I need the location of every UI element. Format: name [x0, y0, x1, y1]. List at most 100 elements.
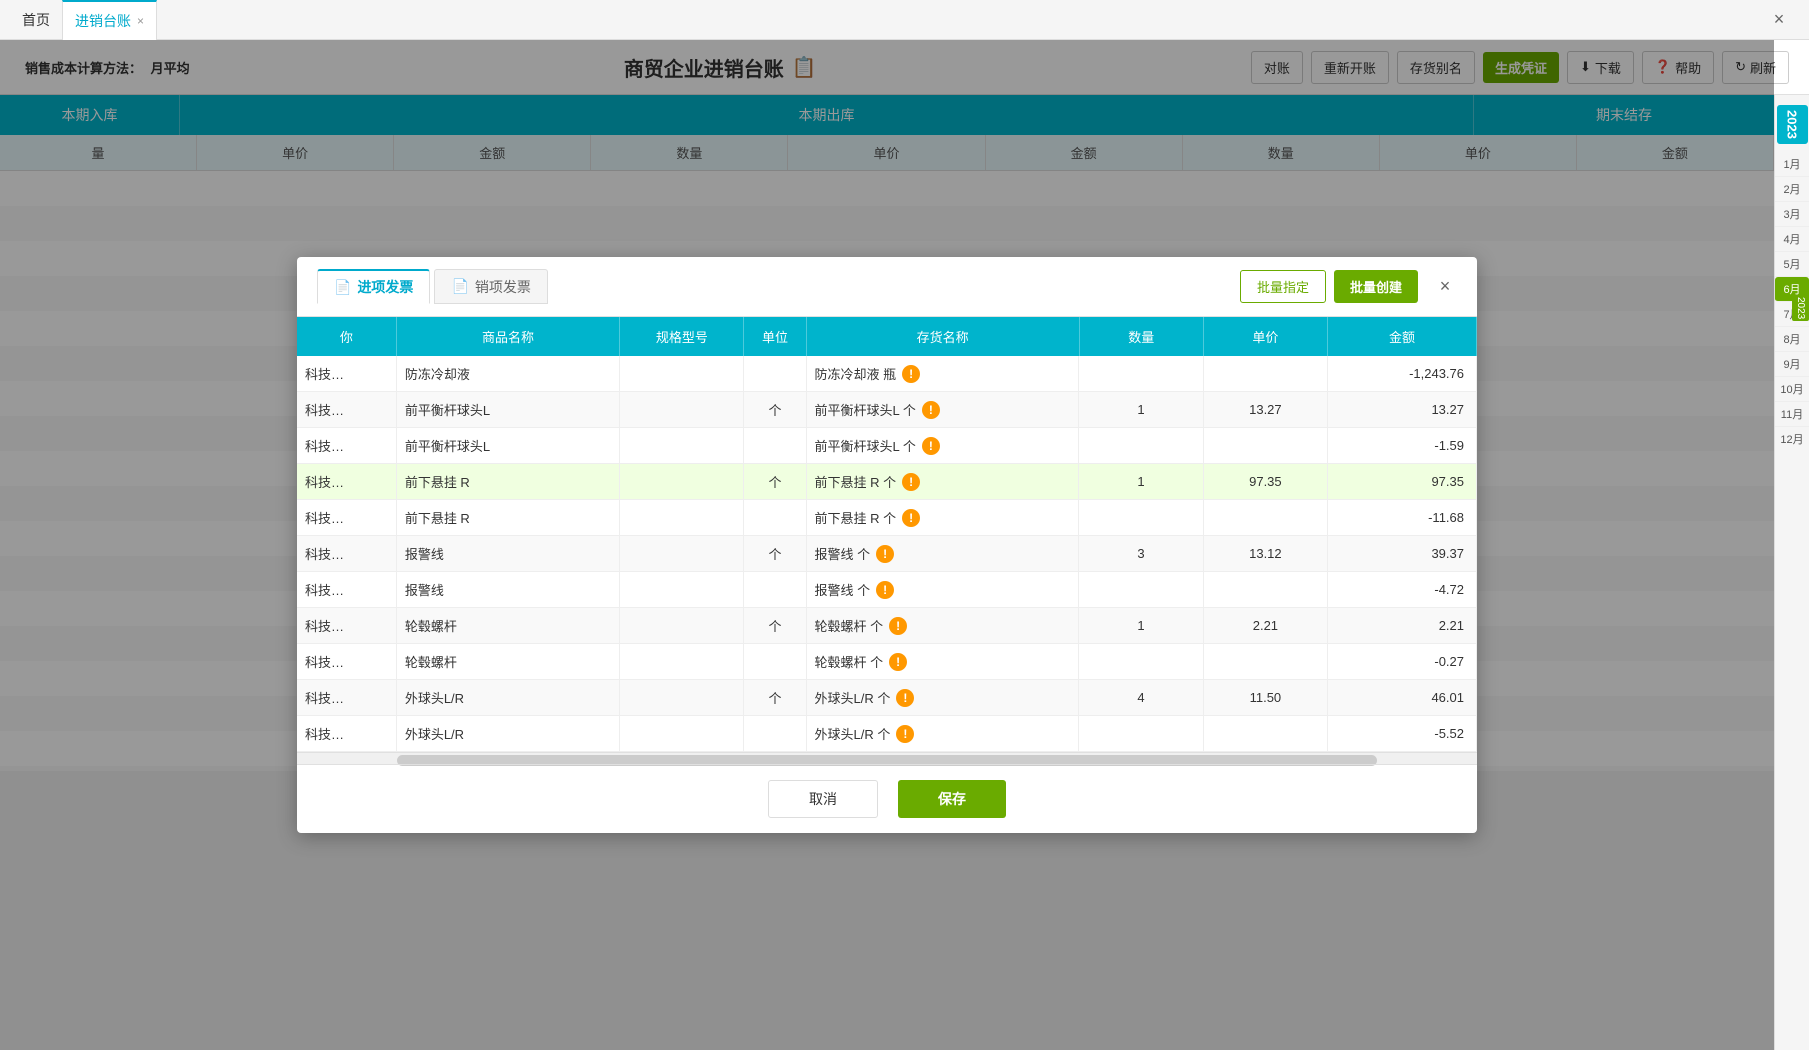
cell-amount: -1.59: [1327, 428, 1476, 464]
cell-product-name: 轮毂螺杆: [396, 644, 619, 680]
cell-inventory-name: 前平衡杆球头L 个 !: [807, 428, 1080, 463]
save-btn[interactable]: 保存: [898, 780, 1006, 818]
table-header-row: 你 商品名称 规格型号 单位 存货名称 数量 单价 金额: [297, 317, 1477, 356]
cell-price: 11.50: [1203, 680, 1327, 716]
col-inventory-name: 存货名称: [806, 317, 1079, 356]
cell-inventory-name: 前下悬挂 R 个 !: [807, 464, 1080, 499]
modal-table-container[interactable]: 你 商品名称 规格型号 单位 存货名称 数量 单价 金额 科技… 防冻冷却液: [297, 317, 1477, 752]
cell-inventory-name: 防冻冷却液 瓶 !: [807, 356, 1080, 391]
warning-icon: !: [896, 725, 914, 743]
month-12[interactable]: 12月: [1775, 427, 1809, 451]
cell-product-name: 报警线: [396, 536, 619, 572]
cell-spec: [620, 356, 744, 392]
cell-amount: 46.01: [1327, 680, 1476, 716]
month-1[interactable]: 1月: [1775, 152, 1809, 177]
col-company: 你: [297, 317, 396, 356]
modal-table: 你 商品名称 规格型号 单位 存货名称 数量 单价 金额 科技… 防冻冷却液: [297, 317, 1477, 752]
cell-price: 13.12: [1203, 536, 1327, 572]
cell-company: 科技…: [297, 392, 396, 428]
col-product-name: 商品名称: [396, 317, 619, 356]
window-close-btn[interactable]: ×: [1759, 0, 1799, 40]
cell-unit: 个: [744, 608, 806, 644]
cell-company: 科技…: [297, 464, 396, 500]
cell-unit: [744, 572, 806, 608]
batch-assign-btn[interactable]: 批量指定: [1240, 270, 1326, 303]
modal-close-btn[interactable]: ×: [1433, 275, 1457, 299]
cell-amount: -1,243.76: [1327, 356, 1476, 392]
warning-icon: !: [902, 473, 920, 491]
cell-unit: [744, 500, 806, 536]
close-tab-btn[interactable]: ×: [137, 14, 144, 28]
modal-overlay: 📄 进项发票 📄 销项发票 批量指定 批量创建 ×: [0, 40, 1774, 1050]
year-label[interactable]: 2023: [1777, 105, 1808, 144]
cell-spec: [620, 644, 744, 680]
cell-qty: [1079, 716, 1203, 752]
cell-unit: [744, 716, 806, 752]
cell-qty: [1079, 428, 1203, 464]
cell-price: [1203, 500, 1327, 536]
table-row: 科技… 前平衡杆球头L 前平衡杆球头L 个 ! -1.59: [297, 428, 1477, 464]
nav-home[interactable]: 首页: [10, 0, 62, 40]
cell-product-name: 前下悬挂 R: [396, 464, 619, 500]
cell-inventory-name: 外球头L/R 个 !: [807, 716, 1080, 751]
month-10[interactable]: 10月: [1775, 377, 1809, 402]
month-2[interactable]: 2月: [1775, 177, 1809, 202]
cell-company: 科技…: [297, 428, 396, 464]
cell-product-name: 前平衡杆球头L: [396, 392, 619, 428]
nav-active-tab[interactable]: 进销台账 ×: [62, 0, 157, 40]
cell-spec: [620, 392, 744, 428]
year-badge-2023[interactable]: 2023: [1792, 295, 1809, 321]
warning-icon: !: [922, 401, 940, 419]
cell-product-name: 前平衡杆球头L: [396, 428, 619, 464]
warning-icon: !: [876, 581, 894, 599]
cell-spec: [620, 500, 744, 536]
warning-icon: !: [902, 509, 920, 527]
month-9[interactable]: 9月: [1775, 352, 1809, 377]
cell-inventory-name: 报警线 个 !: [807, 572, 1080, 607]
tab-invoice-out[interactable]: 📄 销项发票: [434, 269, 547, 304]
cell-inventory-name: 前下悬挂 R 个 !: [807, 500, 1080, 535]
cell-amount: 13.27: [1327, 392, 1476, 428]
cell-price: 2.21: [1203, 608, 1327, 644]
modal-scrollbar[interactable]: [297, 752, 1477, 764]
cell-unit: 个: [744, 392, 806, 428]
month-4[interactable]: 4月: [1775, 227, 1809, 252]
cell-company: 科技…: [297, 356, 396, 392]
warning-icon: !: [922, 437, 940, 455]
cell-inventory-name: 前平衡杆球头L 个 !: [807, 392, 1080, 427]
modal-table-body: 科技… 防冻冷却液 防冻冷却液 瓶 ! -1,243.76 科技… 前平衡杆球头…: [297, 356, 1477, 752]
month-5[interactable]: 5月: [1775, 252, 1809, 277]
cancel-btn[interactable]: 取消: [768, 780, 878, 818]
cell-product-name: 轮毂螺杆: [396, 608, 619, 644]
top-nav: 首页 进销台账 × ×: [0, 0, 1809, 40]
cell-price: [1203, 428, 1327, 464]
col-unit: 单位: [744, 317, 806, 356]
main-content: 销售成本计算方法： 月平均 商贸企业进销台账 📋 对账 重新开账 存货别名 生成…: [0, 40, 1809, 1050]
modal-footer: 取消 保存: [297, 764, 1477, 833]
cell-product-name: 外球头L/R: [396, 680, 619, 716]
cell-unit: 个: [744, 680, 806, 716]
cell-price: [1203, 644, 1327, 680]
cell-spec: [620, 608, 744, 644]
cell-company: 科技…: [297, 680, 396, 716]
month-8[interactable]: 8月: [1775, 327, 1809, 352]
cell-spec: [620, 428, 744, 464]
cell-inventory-name: 轮毂螺杆 个 !: [807, 644, 1080, 679]
month-11[interactable]: 11月: [1775, 402, 1809, 427]
cell-company: 科技…: [297, 644, 396, 680]
batch-create-btn[interactable]: 批量创建: [1334, 270, 1418, 303]
modal-header-actions: 批量指定 批量创建: [1240, 270, 1418, 303]
cell-spec: [620, 536, 744, 572]
month-3[interactable]: 3月: [1775, 202, 1809, 227]
table-row: 科技… 报警线 个 报警线 个 ! 3 13.12 39.37: [297, 536, 1477, 572]
cell-amount: -11.68: [1327, 500, 1476, 536]
cell-price: 13.27: [1203, 392, 1327, 428]
cell-spec: [620, 680, 744, 716]
invoice-out-icon: 📄: [451, 278, 468, 295]
cell-company: 科技…: [297, 572, 396, 608]
cell-spec: [620, 572, 744, 608]
tab-invoice-in[interactable]: 📄 进项发票: [317, 269, 430, 304]
modal-dialog: 📄 进项发票 📄 销项发票 批量指定 批量创建 ×: [297, 257, 1477, 833]
cell-amount: 97.35: [1327, 464, 1476, 500]
cell-qty: 4: [1079, 680, 1203, 716]
